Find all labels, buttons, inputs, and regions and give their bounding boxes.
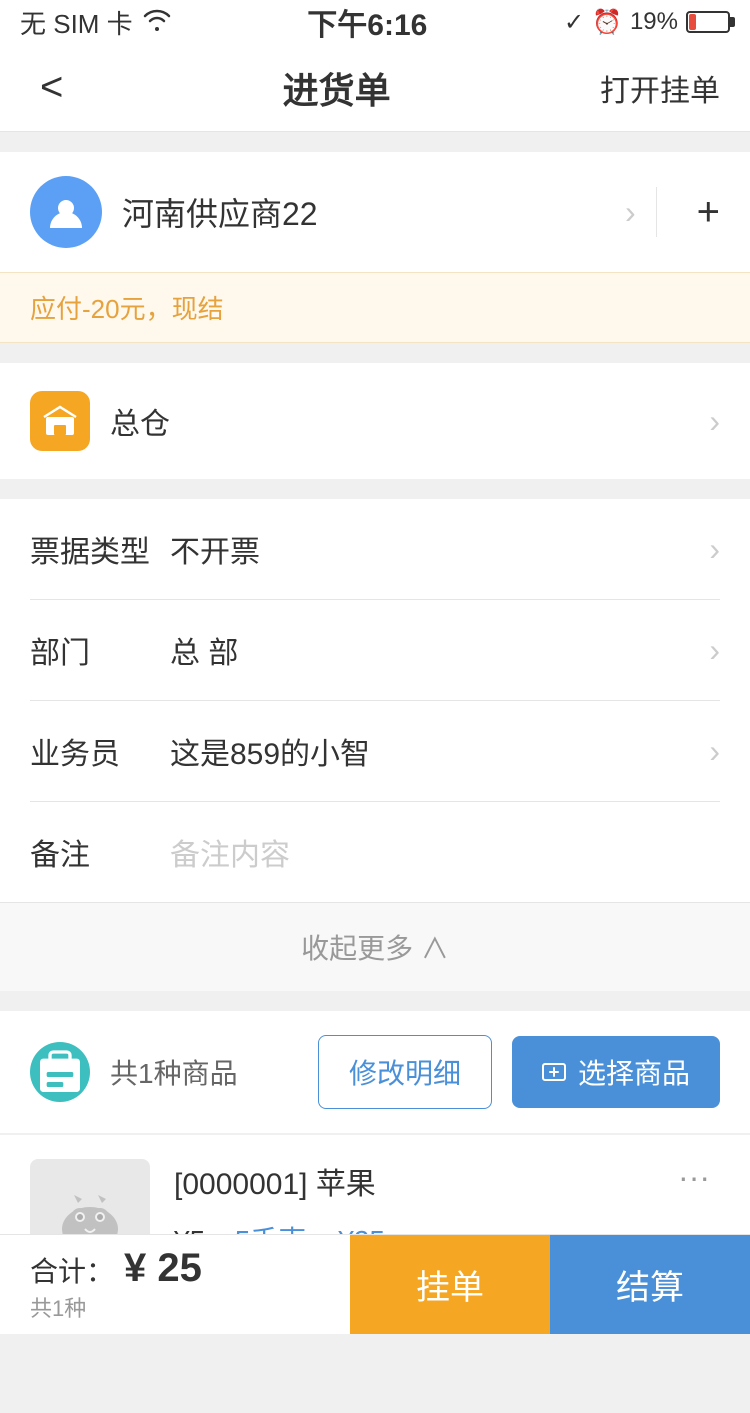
supplier-chevron-icon: › (625, 194, 636, 231)
invoice-chevron-icon: › (709, 531, 720, 568)
warehouse-chevron-icon: › (709, 403, 720, 440)
product-count-label: 共1种商品 (110, 1052, 298, 1092)
gap-1 (0, 132, 750, 152)
product-title: 苹果 (316, 1168, 376, 1201)
select-product-label: 选择商品 (578, 1052, 690, 1092)
invoice-value: 不开票 (170, 527, 709, 571)
divider (656, 187, 657, 237)
product-name: [0000001] 苹果 (174, 1159, 668, 1203)
remark-row[interactable]: 备注 备注内容 (0, 802, 750, 902)
status-bar-left: 无 SIM 卡 (20, 4, 171, 41)
carrier-label: 无 SIM 卡 (20, 4, 133, 41)
collapse-bar[interactable]: 收起更多 ∧ (0, 902, 750, 991)
wifi-icon (143, 7, 171, 38)
gap-4 (0, 991, 750, 1011)
sales-value: 这是859的小智 (170, 729, 709, 773)
add-supplier-button[interactable]: + (697, 190, 720, 235)
remark-input[interactable]: 备注内容 (170, 830, 720, 874)
warehouse-icon (30, 391, 90, 451)
warehouse-row[interactable]: 总仓 › (0, 363, 750, 479)
invoice-label: 票据类型 (30, 527, 170, 571)
product-count-icon (30, 1042, 90, 1102)
total-section: 合计： ¥ 25 共1种 (0, 1235, 350, 1334)
supplier-name: 河南供应商22 (122, 189, 625, 235)
collapse-label: 收起更多 ∧ (301, 933, 449, 964)
sales-chevron-icon: › (709, 733, 720, 770)
status-bar-time: 下午6:16 (307, 0, 427, 44)
dept-row[interactable]: 部门 总 部 › (0, 600, 750, 700)
battery-percent: 19% (630, 8, 678, 36)
checkout-button[interactable]: 结算 (550, 1235, 750, 1334)
notice-text: 应付-20元，现结 (30, 294, 224, 324)
supplier-row[interactable]: 河南供应商22 › + (0, 152, 750, 272)
warehouse-section[interactable]: 总仓 › (0, 363, 750, 479)
select-product-button[interactable]: 选择商品 (512, 1036, 720, 1108)
product-code: [0000001] (174, 1168, 307, 1201)
open-pending-button[interactable]: 打开挂单 (600, 66, 720, 110)
sales-label: 业务员 (30, 729, 170, 773)
total-row: 合计： ¥ 25 (30, 1246, 320, 1291)
status-bar-right: ✓ ⏰ 19% (564, 8, 730, 37)
gap-2 (0, 343, 750, 363)
supplier-avatar (30, 176, 102, 248)
total-count: 共1种 (30, 1296, 86, 1321)
dept-label: 部门 (30, 628, 170, 672)
notice-bar: 应付-20元，现结 (0, 272, 750, 343)
bottom-bar: 合计： ¥ 25 共1种 挂单 结算 (0, 1234, 750, 1334)
gap-3 (0, 479, 750, 499)
remark-label: 备注 (30, 830, 170, 874)
alarm-icon: ⏰ (592, 8, 622, 37)
product-more-button[interactable]: ··· (668, 1159, 720, 1196)
edit-detail-button[interactable]: 修改明细 (318, 1035, 492, 1109)
page-title: 进货单 (283, 62, 391, 114)
sales-row[interactable]: 业务员 这是859的小智 › (0, 701, 750, 801)
total-amount: ¥ 25 (124, 1246, 202, 1291)
nav-bar: < 进货单 打开挂单 (0, 44, 750, 132)
battery-icon (686, 11, 730, 33)
total-label: 合计： (30, 1250, 114, 1290)
invoice-row[interactable]: 票据类型 不开票 › (0, 499, 750, 599)
dept-value: 总 部 (170, 628, 709, 672)
hang-order-button[interactable]: 挂单 (350, 1235, 550, 1334)
warehouse-name: 总仓 (110, 399, 709, 443)
status-bar: 无 SIM 卡 下午6:16 ✓ ⏰ 19% (0, 0, 750, 44)
location-icon: ✓ (564, 8, 584, 37)
invoice-section: 票据类型 不开票 › 部门 总 部 › 业务员 这是859的小智 › 备注 备注… (0, 499, 750, 902)
total-sub-label: 共1种 (30, 1291, 320, 1323)
dept-chevron-icon: › (709, 632, 720, 669)
back-button[interactable]: < (30, 55, 73, 120)
supplier-section: 河南供应商22 › + 应付-20元，现结 (0, 152, 750, 343)
product-header: 共1种商品 修改明细 选择商品 (0, 1011, 750, 1133)
